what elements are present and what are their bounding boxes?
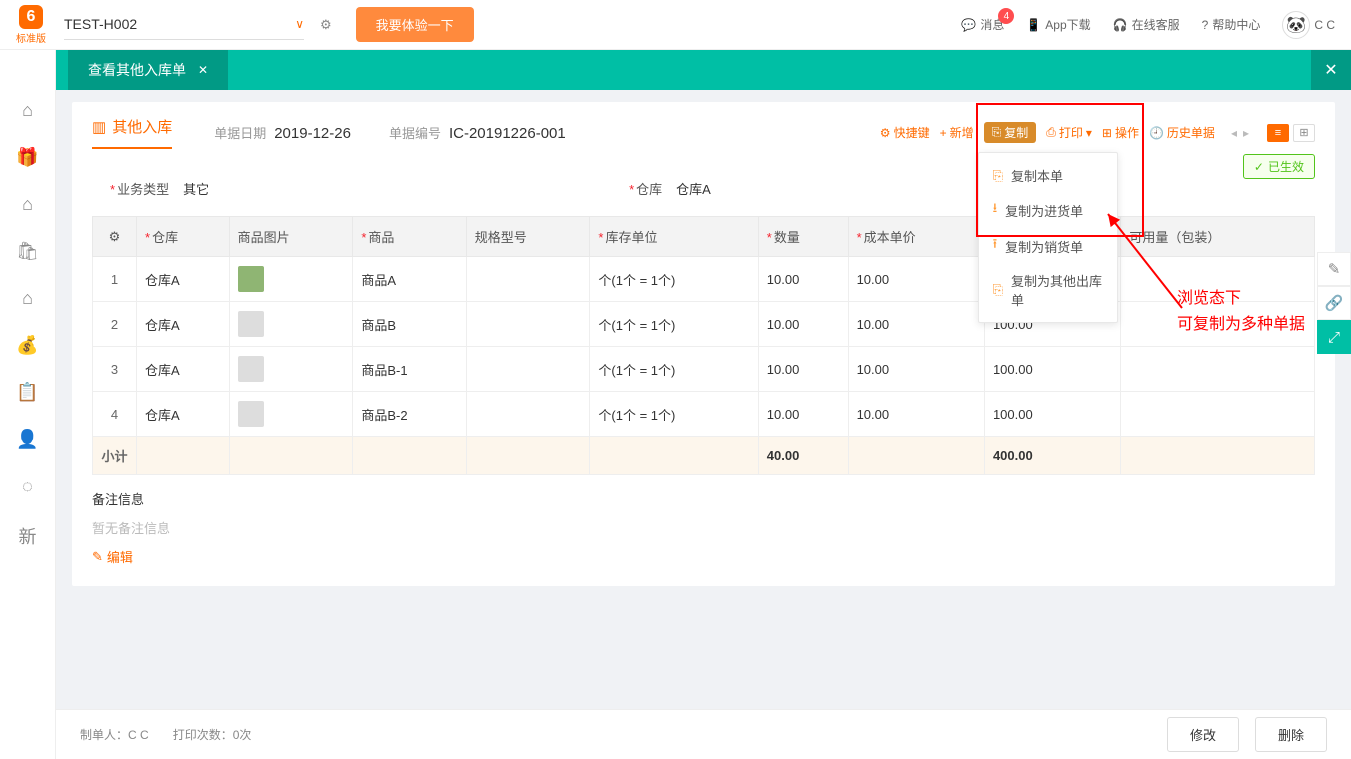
warehouse-icon[interactable]: ⌂ xyxy=(22,288,33,309)
check-icon: ✓ xyxy=(1254,160,1264,174)
grid-view-button[interactable]: ⊞ xyxy=(1293,124,1315,142)
printer-icon: ⎙ xyxy=(1046,125,1056,140)
modify-button[interactable]: 修改 xyxy=(1167,717,1239,752)
date-value: 2019-12-26 xyxy=(274,125,351,142)
new-button[interactable]: + 新增 xyxy=(940,124,974,141)
table-row[interactable]: 1 仓库A 商品A 个(1个 = 1个) 10.00 10.00 100.00 xyxy=(93,257,1315,302)
logo-label: 标准版 xyxy=(16,30,46,45)
list-view-button[interactable]: ≡ xyxy=(1267,124,1289,142)
history-icon: 🕘 xyxy=(1149,126,1164,140)
remark-empty: 暂无备注信息 xyxy=(92,518,1315,537)
warehouse-field: *仓库 仓库A xyxy=(629,179,711,198)
date-label: 单据日期 xyxy=(214,123,266,142)
edit-icon: ✎ xyxy=(92,549,103,565)
house-icon[interactable]: ⌂ xyxy=(22,194,33,215)
tab-view-other-inbound[interactable]: 查看其他入库单 ✕ xyxy=(68,50,228,90)
close-icon[interactable]: ✕ xyxy=(198,63,208,77)
copy-as-purchase-item[interactable]: ⭳ 复制为进货单 xyxy=(979,192,1117,228)
phone-icon: 📱 xyxy=(1026,18,1041,32)
logo-icon: 6 xyxy=(19,5,43,29)
document-icon: ▥ xyxy=(92,118,106,136)
copy-as-other-outbound-item[interactable]: ⎘ 复制为其他出库单 xyxy=(979,264,1117,316)
outbox-icon: ⭱ xyxy=(993,235,998,257)
help-icon: ? xyxy=(1202,18,1209,32)
table-row[interactable]: 3 仓库A 商品B-1 个(1个 = 1个) 10.00 10.00 100.0… xyxy=(93,347,1315,392)
note-dock-button[interactable]: ✎ xyxy=(1317,252,1351,286)
avatar: 🐼 xyxy=(1282,11,1310,39)
apps-icon: ⊞ xyxy=(1102,126,1112,140)
clipboard-icon[interactable]: 📋 xyxy=(16,382,38,403)
new-icon[interactable]: 新 xyxy=(19,523,37,549)
chevron-down-icon: ∨ xyxy=(295,17,304,31)
user-menu[interactable]: 🐼 C C xyxy=(1282,11,1335,39)
gift-icon[interactable]: 🎁 xyxy=(16,147,38,168)
close-tab-button[interactable]: ✕ xyxy=(1311,50,1351,90)
right-dock: ✎ 🔗 ⤢ xyxy=(1317,252,1351,354)
headset-icon: 🎧 xyxy=(1113,18,1128,32)
messages-link[interactable]: 💬 消息 4 xyxy=(961,16,1004,33)
inbound-type-tab[interactable]: ▥ 其他入库 xyxy=(92,116,172,149)
org-name: TEST-H002 xyxy=(64,16,137,32)
gear-icon[interactable]: ⚙ xyxy=(320,17,332,33)
biz-type-field: *业务类型 其它 xyxy=(110,179,209,198)
chevron-down-icon: ▾ xyxy=(1086,126,1092,140)
copy-button[interactable]: ⎘ 复制 xyxy=(984,122,1037,143)
org-selector[interactable]: TEST-H002 ∨ xyxy=(64,10,304,40)
message-icon: 💬 xyxy=(961,18,976,32)
plus-icon: + xyxy=(940,126,947,140)
logo[interactable]: 6 标准版 xyxy=(16,5,46,45)
print-button[interactable]: ⎙ 打印 ▾ xyxy=(1046,124,1092,141)
link-dock-button[interactable]: 🔗 xyxy=(1317,286,1351,320)
bag-icon[interactable]: 🛍 xyxy=(16,241,39,262)
product-image xyxy=(238,356,264,382)
duplicate-icon: ⎘ xyxy=(993,168,1003,184)
status-badge: ✓ 已生效 xyxy=(1243,154,1315,179)
product-image xyxy=(238,311,264,337)
subtotal-row: 小计 40.00400.00 xyxy=(93,437,1315,475)
customer-service-link[interactable]: 🎧 在线客服 xyxy=(1113,16,1180,33)
trial-button[interactable]: 我要体验一下 xyxy=(356,7,474,42)
footer: 制单人：C C 打印次数：0次 修改 删除 xyxy=(56,709,1351,759)
gear-icon: ⚙ xyxy=(880,126,891,140)
app-download-link[interactable]: 📱 App下载 xyxy=(1026,16,1090,33)
home-icon[interactable]: ⌂ xyxy=(22,100,33,121)
copy-as-sales-item[interactable]: ⭱ 复制为销货单 xyxy=(979,228,1117,264)
remark-title: 备注信息 xyxy=(92,489,1315,508)
next-button[interactable]: ▸ xyxy=(1241,126,1251,140)
export-icon: ⎘ xyxy=(993,282,1003,298)
money-icon[interactable]: 💰 xyxy=(16,335,38,356)
edit-remark-button[interactable]: ✎ 编辑 xyxy=(92,547,1315,566)
shortcut-button[interactable]: ⚙ 快捷键 xyxy=(880,124,930,141)
docno-value: IC-20191226-001 xyxy=(449,125,566,142)
expand-dock-button[interactable]: ⤢ xyxy=(1317,320,1351,354)
profile-icon[interactable]: 👤 xyxy=(16,429,38,450)
table-row[interactable]: 2 仓库A 商品B 个(1个 = 1个) 10.00 10.00 100.00 xyxy=(93,302,1315,347)
product-image xyxy=(238,401,264,427)
gear-column-header[interactable]: ⚙ xyxy=(93,217,137,257)
delete-button[interactable]: 删除 xyxy=(1255,717,1327,752)
message-badge: 4 xyxy=(998,8,1014,24)
items-table: ⚙ *仓库 商品图片 *商品 规格型号 *库存单位 *数量 *成本单价 *成本金… xyxy=(92,216,1315,475)
sync-icon[interactable]: ◌ xyxy=(22,476,33,497)
prev-button[interactable]: ◂ xyxy=(1229,126,1239,140)
inbox-icon: ⭳ xyxy=(993,199,998,221)
operations-button[interactable]: ⊞ 操作 xyxy=(1102,124,1139,141)
history-button[interactable]: 🕘 历史单据 xyxy=(1149,124,1215,141)
help-center-link[interactable]: ? 帮助中心 xyxy=(1202,16,1261,33)
product-image xyxy=(238,266,264,292)
docno-label: 单据编号 xyxy=(389,123,441,142)
copy-icon: ⎘ xyxy=(992,125,1002,140)
copy-dropdown: ⎘ 复制本单 ⭳ 复制为进货单 ⭱ 复制为销货单 xyxy=(978,152,1118,323)
sidebar: ⌂ 🎁 ⌂ 🛍 ⌂ 💰 📋 👤 ◌ 新 xyxy=(0,50,56,759)
copy-current-item[interactable]: ⎘ 复制本单 xyxy=(979,159,1117,192)
table-row[interactable]: 4 仓库A 商品B-2 个(1个 = 1个) 10.00 10.00 100.0… xyxy=(93,392,1315,437)
